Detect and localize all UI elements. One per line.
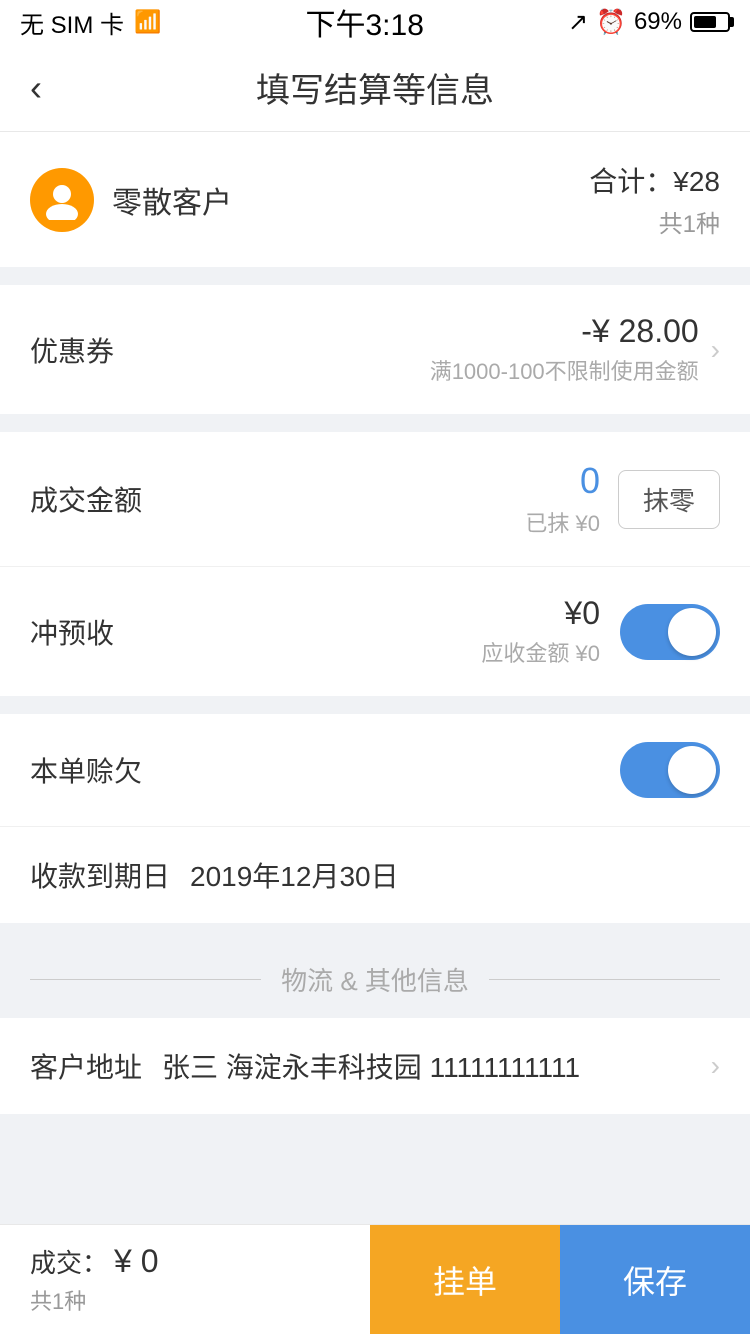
coupon-section: 优惠券 -¥ 28.00 满1000-100不限制使用金额 › bbox=[0, 285, 750, 414]
customer-avatar bbox=[30, 168, 94, 232]
page-title: 填写结算等信息 bbox=[256, 63, 494, 112]
sim-label: 无 SIM 卡 bbox=[20, 5, 124, 40]
nav-bar: ‹ 填写结算等信息 bbox=[0, 44, 750, 132]
prepay-amount: ¥0 bbox=[481, 595, 600, 632]
amount-input-area: 0 已抹 ¥0 抹零 bbox=[525, 460, 720, 538]
coupon-label: 优惠券 bbox=[30, 330, 114, 370]
prepay-amount-block: ¥0 应收金额 ¥0 bbox=[481, 595, 600, 668]
bottom-count: 共1种 bbox=[30, 1284, 340, 1316]
bottom-info: 成交： ¥ 0 共1种 bbox=[0, 1243, 370, 1316]
address-label: 客户地址 bbox=[30, 1046, 142, 1086]
status-right: ↗ ⏰ 69% bbox=[568, 8, 730, 37]
customer-total: 合计：¥28 共1种 bbox=[589, 160, 720, 239]
debt-section: 本单赊欠 收款到期日 2019年12月30日 bbox=[0, 714, 750, 923]
coupon-amount: -¥ 28.00 bbox=[430, 313, 699, 350]
divider-right bbox=[489, 979, 720, 980]
address-value: 张三 海淀永丰科技园 11111111111 bbox=[162, 1046, 711, 1086]
battery-percent: 69% bbox=[634, 8, 682, 36]
prepay-toggle[interactable] bbox=[620, 604, 720, 660]
customer-left: 零散客户 bbox=[30, 168, 232, 232]
wifi-icon: 📶 bbox=[134, 9, 161, 35]
alarm-icon: ⏰ bbox=[596, 8, 626, 37]
coupon-right: -¥ 28.00 满1000-100不限制使用金额 › bbox=[430, 313, 720, 386]
amount-value[interactable]: 0 bbox=[525, 460, 600, 502]
debt-toggle[interactable] bbox=[620, 742, 720, 798]
amount-label: 成交金额 bbox=[30, 479, 142, 519]
divider-left bbox=[30, 979, 261, 980]
main-content: 零散客户 合计：¥28 共1种 优惠券 -¥ 28.00 满1000-100不限… bbox=[0, 132, 750, 1252]
debt-row: 本单赊欠 bbox=[0, 714, 750, 827]
bottom-amount: ¥ 0 bbox=[114, 1243, 158, 1280]
user-icon bbox=[42, 180, 82, 220]
logistics-divider: 物流 & 其他信息 bbox=[0, 941, 750, 1018]
status-time: 下午3:18 bbox=[305, 0, 423, 44]
save-button[interactable]: 保存 bbox=[560, 1225, 750, 1334]
prepay-label: 冲预收 bbox=[30, 612, 114, 652]
amount-value-block: 0 已抹 ¥0 bbox=[525, 460, 600, 538]
location-icon: ↗ bbox=[568, 8, 588, 37]
customer-card: 零散客户 合计：¥28 共1种 bbox=[0, 132, 750, 267]
customer-total-count: 共1种 bbox=[589, 204, 720, 239]
coupon-value-block: -¥ 28.00 满1000-100不限制使用金额 bbox=[430, 313, 699, 386]
round-off-button[interactable]: 抹零 bbox=[618, 470, 720, 529]
due-date: 2019年12月30日 bbox=[190, 855, 399, 895]
due-row: 收款到期日 2019年12月30日 bbox=[0, 827, 750, 923]
prepay-row: 冲预收 ¥0 应收金额 ¥0 bbox=[0, 567, 750, 696]
chevron-right-icon: › bbox=[711, 334, 720, 366]
due-label: 收款到期日 bbox=[30, 855, 170, 895]
amount-row: 成交金额 0 已抹 ¥0 抹零 bbox=[0, 432, 750, 567]
hang-order-button[interactable]: 挂单 bbox=[370, 1225, 560, 1334]
coupon-row[interactable]: 优惠券 -¥ 28.00 满1000-100不限制使用金额 › bbox=[0, 285, 750, 414]
amount-sub: 已抹 ¥0 bbox=[525, 506, 600, 538]
debt-label: 本单赊欠 bbox=[30, 750, 142, 790]
status-bar: 无 SIM 卡 📶 下午3:18 ↗ ⏰ 69% bbox=[0, 0, 750, 44]
back-button[interactable]: ‹ bbox=[30, 67, 42, 109]
battery-icon bbox=[690, 12, 730, 32]
toggle-knob bbox=[668, 608, 716, 656]
transaction-section: 成交金额 0 已抹 ¥0 抹零 冲预收 ¥0 应收金额 ¥0 bbox=[0, 432, 750, 696]
prepay-receivable: 应收金额 ¥0 bbox=[481, 636, 600, 668]
prepay-right: ¥0 应收金额 ¥0 bbox=[481, 595, 720, 668]
bottom-deal-label: 成交： bbox=[30, 1243, 108, 1280]
debt-toggle-knob bbox=[668, 746, 716, 794]
address-section[interactable]: 客户地址 张三 海淀永丰科技园 11111111111 › bbox=[0, 1018, 750, 1114]
status-left: 无 SIM 卡 📶 bbox=[20, 5, 161, 40]
customer-total-price: 合计：¥28 bbox=[589, 160, 720, 200]
customer-name: 零散客户 bbox=[112, 178, 232, 222]
coupon-desc: 满1000-100不限制使用金额 bbox=[430, 354, 699, 386]
address-chevron-icon: › bbox=[711, 1050, 720, 1082]
bottom-bar: 成交： ¥ 0 共1种 挂单 保存 bbox=[0, 1224, 750, 1334]
logistics-label: 物流 & 其他信息 bbox=[281, 961, 469, 998]
